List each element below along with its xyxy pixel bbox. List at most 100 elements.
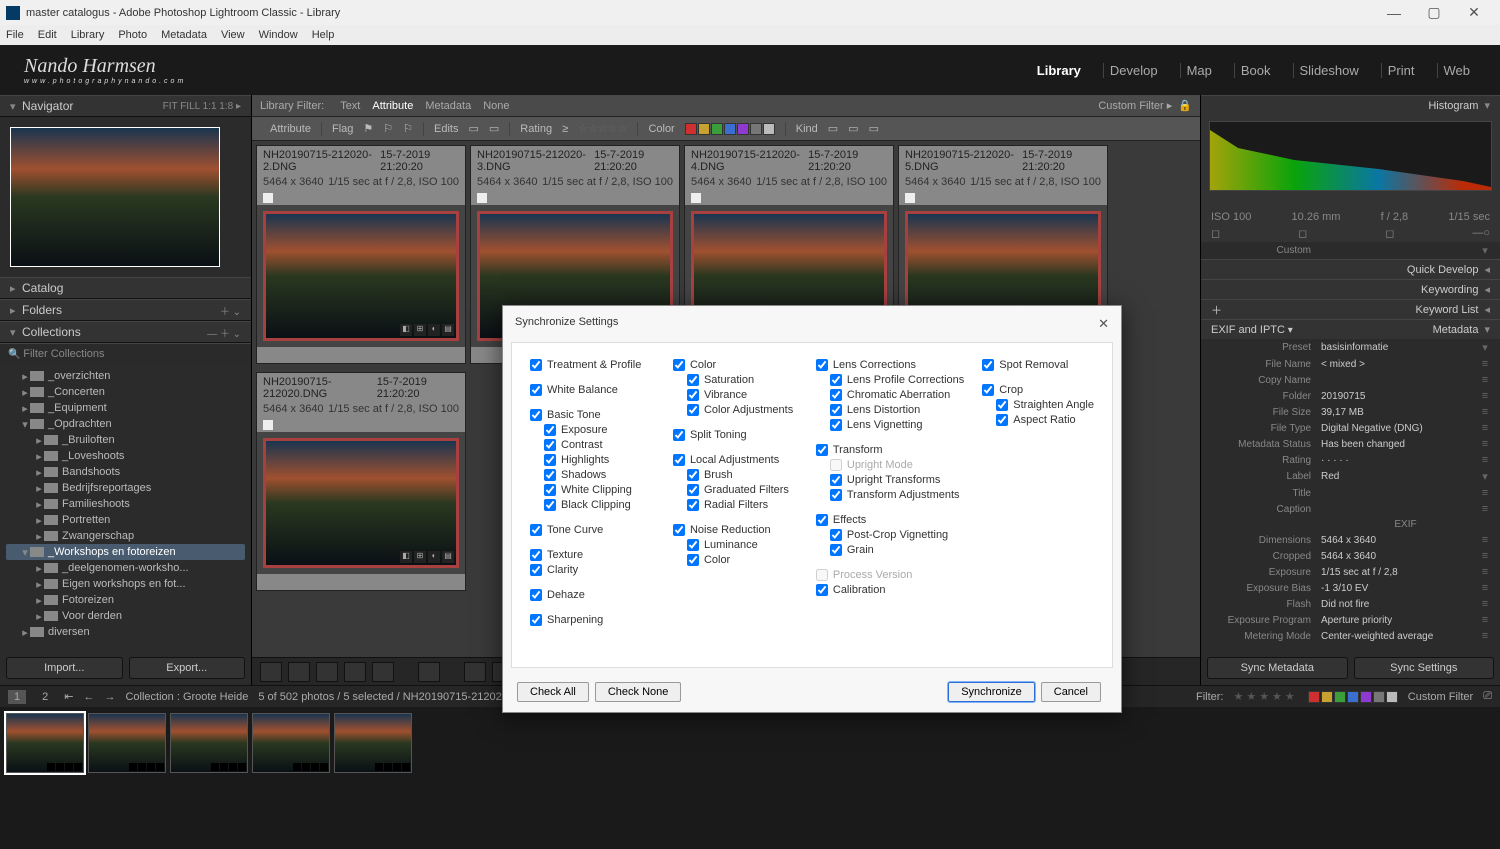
cb-luminance[interactable]: Luminance — [687, 537, 798, 552]
tree-item[interactable]: ▸Eigen workshops en fot... — [6, 576, 245, 592]
filmstrip-thumb[interactable] — [170, 713, 248, 773]
filter-tab-attribute[interactable]: Attribute — [372, 100, 413, 112]
metadata-row[interactable]: Rating · · · · · ≡ — [1201, 452, 1500, 468]
color-swatch-0[interactable] — [685, 123, 697, 135]
metadata-row[interactable]: File Name< mixed >≡ — [1201, 356, 1500, 372]
custom-filter-dropdown-bottom[interactable]: Custom Filter — [1408, 691, 1473, 703]
cb-color[interactable]: Color — [687, 552, 798, 567]
navigator-preview[interactable] — [0, 117, 251, 277]
cb-noise-reduction[interactable]: Noise Reduction — [673, 522, 798, 537]
kind-icon-1[interactable]: ▭ — [828, 122, 838, 135]
color-swatch-3[interactable] — [1347, 691, 1359, 703]
tree-item[interactable]: ▸Zwangerschap — [6, 528, 245, 544]
color-swatch-2[interactable] — [1334, 691, 1346, 703]
module-web[interactable]: Web — [1437, 63, 1477, 78]
nav-prev-parent-icon[interactable]: ⇤ — [64, 690, 73, 703]
cb-process-version[interactable]: Process Version — [816, 567, 964, 582]
cb-local-adjustments[interactable]: Local Adjustments — [673, 452, 798, 467]
grid-switch-2[interactable]: 2 — [36, 690, 54, 704]
rating-stars[interactable]: ☆☆☆☆☆ — [578, 122, 627, 135]
filmstrip-thumb[interactable] — [334, 713, 412, 773]
filter-collections-input[interactable]: 🔍 Filter Collections — [0, 343, 251, 364]
flag-picked-icon[interactable]: ⚑ — [363, 122, 373, 135]
nav-prev-icon[interactable]: ← — [83, 691, 94, 703]
cb-calibration[interactable]: Calibration — [816, 582, 964, 597]
survey-view-icon[interactable] — [344, 662, 366, 682]
cb-crop[interactable]: Crop — [982, 382, 1094, 397]
tree-item[interactable]: ▸_Concerten — [6, 384, 245, 400]
loupe-view-icon[interactable] — [288, 662, 310, 682]
color-swatch-4[interactable] — [737, 123, 749, 135]
metadata-row[interactable]: Cropped5464 x 3640≡ — [1201, 548, 1500, 564]
metadata-row[interactable]: File Size39,17 MB≡ — [1201, 404, 1500, 420]
color-swatch-6[interactable] — [763, 123, 775, 135]
sync-settings-button[interactable]: Sync Settings — [1354, 657, 1495, 679]
menu-metadata[interactable]: Metadata — [161, 29, 207, 41]
cb-upright-transforms[interactable]: Upright Transforms — [830, 472, 964, 487]
cancel-button[interactable]: Cancel — [1041, 682, 1101, 702]
cb-contrast[interactable]: Contrast — [544, 437, 655, 452]
menu-help[interactable]: Help — [312, 29, 335, 41]
lock-icon[interactable]: 🔒 — [1178, 99, 1192, 112]
cb-treatment[interactable]: Treatment & Profile — [530, 357, 655, 372]
module-map[interactable]: Map — [1180, 63, 1218, 78]
keyword-list-header[interactable]: ＋Keyword List◂ — [1201, 299, 1500, 319]
cb-dehaze[interactable]: Dehaze — [530, 587, 655, 602]
cb-transform-adjustments[interactable]: Transform Adjustments — [830, 487, 964, 502]
cb-straighten-angle[interactable]: Straighten Angle — [996, 397, 1094, 412]
keywording-header[interactable]: Keywording◂ — [1201, 279, 1500, 299]
tree-item[interactable]: ▾_Workshops en fotoreizen — [6, 544, 245, 560]
filter-tab-none[interactable]: None — [483, 100, 509, 112]
metadata-row[interactable]: Exposure ProgramAperture priority≡ — [1201, 612, 1500, 628]
module-develop[interactable]: Develop — [1103, 63, 1164, 78]
module-library[interactable]: Library — [1031, 63, 1087, 78]
thumbnail-cell[interactable]: NH20190715-212020-2.DNG15-7-2019 21:20:2… — [256, 145, 466, 364]
module-book[interactable]: Book — [1234, 63, 1277, 78]
color-swatch-1[interactable] — [1321, 691, 1333, 703]
check-all-button[interactable]: Check All — [517, 682, 589, 702]
check-none-button[interactable]: Check None — [595, 682, 682, 702]
grid-switch-1[interactable]: 1 — [8, 690, 26, 704]
synchronize-button[interactable]: Synchronize — [948, 682, 1035, 702]
cb-lens-corrections[interactable]: Lens Corrections — [816, 357, 964, 372]
color-swatch-3[interactable] — [724, 123, 736, 135]
tree-item[interactable]: ▸Portretten — [6, 512, 245, 528]
filter-tab-metadata[interactable]: Metadata — [425, 100, 471, 112]
menu-photo[interactable]: Photo — [118, 29, 147, 41]
custom-filter-dropdown[interactable]: Custom Filter ▸ — [1098, 99, 1172, 112]
cb-spot-removal[interactable]: Spot Removal — [982, 357, 1094, 372]
tree-item[interactable]: ▸Bedrijfsreportages — [6, 480, 245, 496]
catalog-header[interactable]: ▸Catalog — [0, 277, 251, 299]
cb-sharpening[interactable]: Sharpening — [530, 612, 655, 627]
spray-icon[interactable] — [418, 662, 440, 682]
tree-item[interactable]: ▸_overzichten — [6, 368, 245, 384]
cb-white-balance[interactable]: White Balance — [530, 382, 655, 397]
tree-item[interactable]: ▸_Equipment — [6, 400, 245, 416]
cb-exposure[interactable]: Exposure — [544, 422, 655, 437]
flag-unflagged-icon[interactable]: ⚐ — [383, 122, 393, 135]
filter-switch-icon[interactable]: ⎚ — [1483, 690, 1492, 703]
cb-transform[interactable]: Transform — [816, 442, 964, 457]
nav-next-icon[interactable]: → — [104, 691, 115, 703]
export-button[interactable]: Export... — [129, 657, 246, 679]
cb-split-toning[interactable]: Split Toning — [673, 427, 798, 442]
cb-black-clipping[interactable]: Black Clipping — [544, 497, 655, 512]
tree-item[interactable]: ▸_Bruiloften — [6, 432, 245, 448]
cb-shadows[interactable]: Shadows — [544, 467, 655, 482]
tree-item[interactable]: ▸Bandshoots — [6, 464, 245, 480]
cb-clarity[interactable]: Clarity — [530, 562, 655, 577]
metadata-row[interactable]: Metering ModeCenter-weighted average≡ — [1201, 628, 1500, 644]
cb-brush[interactable]: Brush — [687, 467, 798, 482]
cb-color-adjustments[interactable]: Color Adjustments — [687, 402, 798, 417]
tree-item[interactable]: ▸_Loveshoots — [6, 448, 245, 464]
cb-vibrance[interactable]: Vibrance — [687, 387, 798, 402]
tree-item[interactable]: ▸Voor derden — [6, 608, 245, 624]
cb-aspect-ratio[interactable]: Aspect Ratio — [996, 412, 1094, 427]
thumbnail-cell[interactable]: NH20190715-212020.DNG15-7-2019 21:20:20 … — [256, 372, 466, 591]
flag-rejected-icon[interactable]: ⚐ — [403, 122, 413, 135]
metadata-row[interactable]: Copy Name≡ — [1201, 372, 1500, 388]
cb-effects[interactable]: Effects — [816, 512, 964, 527]
compare-view-icon[interactable] — [316, 662, 338, 682]
close-button[interactable]: ✕ — [1454, 4, 1494, 21]
cb-lens-distortion[interactable]: Lens Distortion — [830, 402, 964, 417]
